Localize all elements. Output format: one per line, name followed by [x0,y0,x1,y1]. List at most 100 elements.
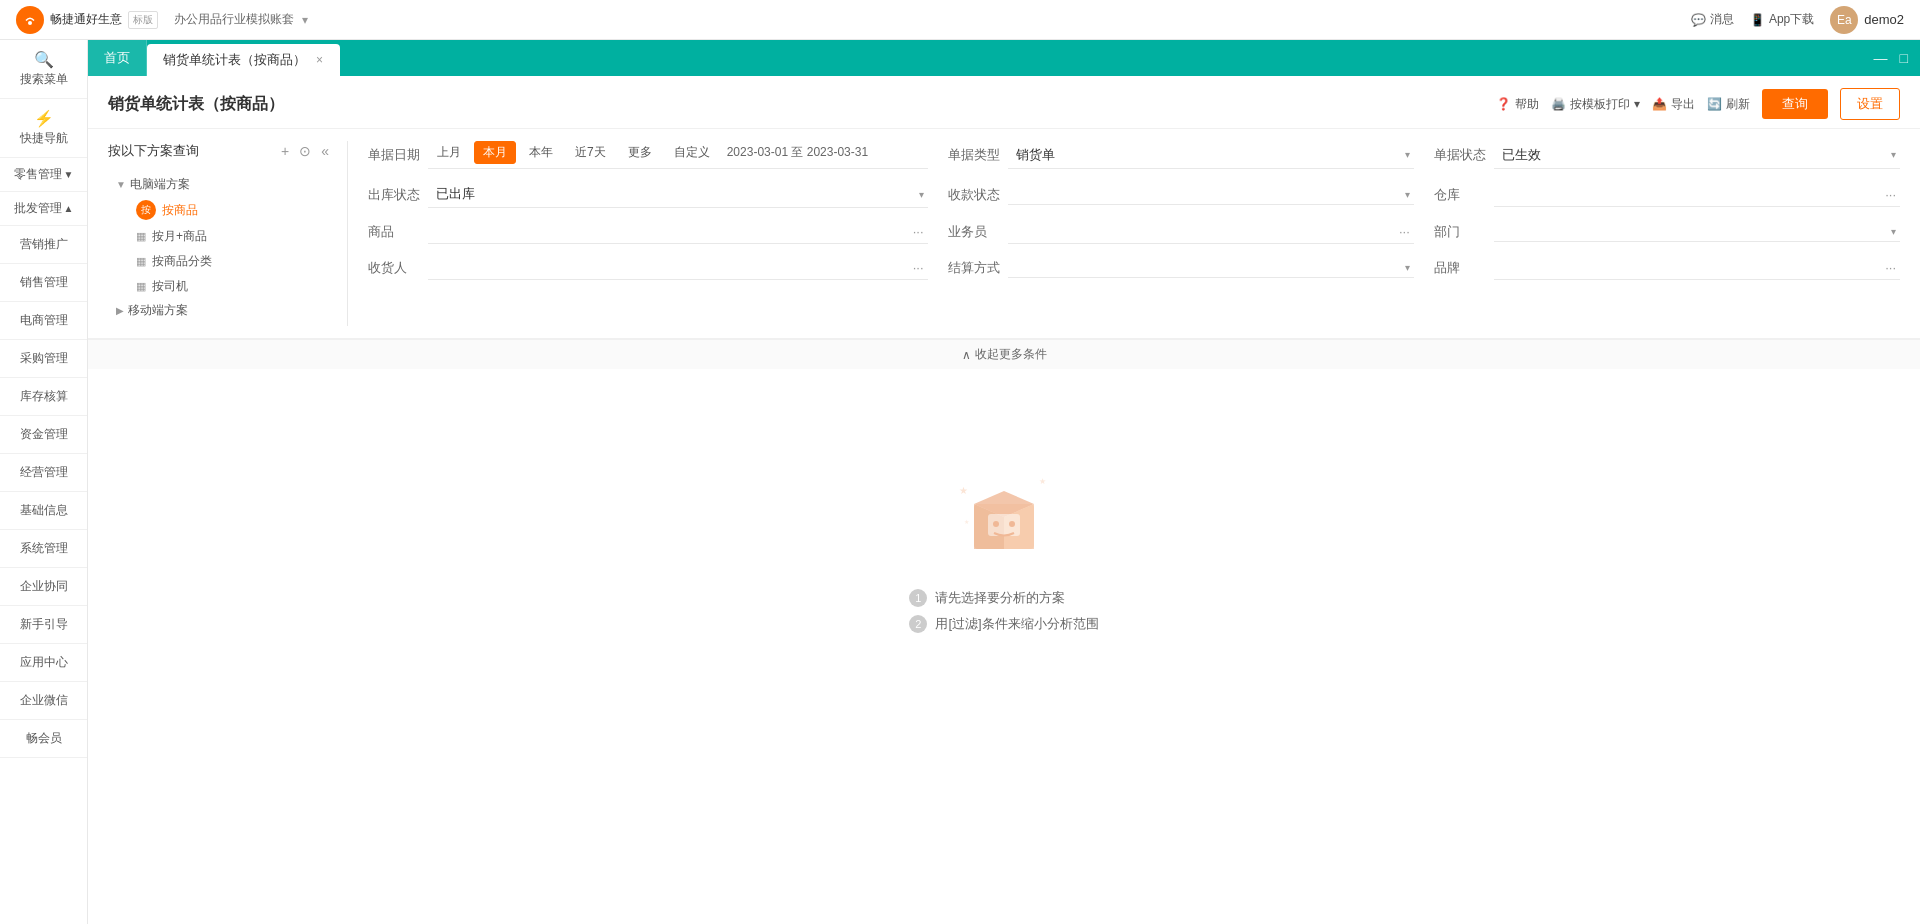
tree-node-mobile[interactable]: ▶ 移动端方案 [108,299,331,322]
settings-btn[interactable]: 设置 [1840,88,1900,120]
sidebar-item-sales[interactable]: 销售管理 [0,264,87,302]
scheme-item-by-category[interactable]: ▦ 按商品分类 [128,249,331,274]
sidebar-item-basic[interactable]: 基础信息 [0,492,87,530]
scheme-item-by-goods[interactable]: 按 按商品 [128,196,331,224]
refresh-label: 刷新 [1726,96,1750,113]
app-download-label: App下载 [1769,11,1814,28]
scheme-item-by-month-goods[interactable]: ▦ 按月+商品 [128,224,331,249]
user-avatar-area[interactable]: Ea demo2 [1830,6,1904,34]
date-custom-btn[interactable]: 自定义 [665,141,719,164]
empty-state: ★ ★ ★ 1 请先选择要分析的方案 2 用[过滤]条件来缩小分析范围 [88,369,1920,713]
print-dropdown-arrow[interactable]: ▾ [1634,97,1640,111]
settlement-select[interactable]: ▾ [1008,258,1414,278]
logo-area: 畅捷通好生意 标版 [16,6,158,34]
message-btn[interactable]: 💬 消息 [1691,11,1734,28]
tab-active[interactable]: 销货单统计表（按商品） × [147,44,340,76]
sidebar-item-operation[interactable]: 经营管理 [0,454,87,492]
receiver-select[interactable]: ··· [428,256,928,280]
scheme-add-btn[interactable]: + [279,141,291,161]
date-this-month-btn[interactable]: 本月 [474,141,516,164]
scheme-actions: + ⊙ « [279,141,331,161]
sidebar-item-wholesale[interactable]: 批发管理 ▲ [0,192,87,226]
sidebar-label-system: 系统管理 [4,540,83,557]
app-download-btn[interactable]: 📱 App下载 [1750,11,1814,28]
tab-home[interactable]: 首页 [88,40,147,76]
scheme-settings-btn[interactable]: ⊙ [297,141,313,161]
sidebar-item-retail[interactable]: 零售管理 ▼ [0,158,87,192]
sidebar-item-appstore[interactable]: 应用中心 [0,644,87,682]
message-label: 消息 [1710,11,1734,28]
help-btn[interactable]: ❓ 帮助 [1496,96,1539,113]
message-icon: 💬 [1691,13,1706,27]
tip-num-2: 2 [909,615,927,633]
brand-select[interactable]: ··· [1494,256,1900,280]
sidebar-item-search[interactable]: 🔍 搜索菜单 [0,40,87,99]
sidebar-item-inventory[interactable]: 库存核算 [0,378,87,416]
date-7days-btn[interactable]: 近7天 [566,141,615,164]
date-more-btn[interactable]: 更多 [619,141,661,164]
tab-maximize-btn[interactable]: □ [1896,48,1912,68]
sidebar-label-wholesale: 批发管理 [14,200,62,217]
receiver-dots[interactable]: ··· [913,260,924,275]
sidebar-label-marketing: 营销推广 [4,236,83,253]
sidebar-item-enterprise[interactable]: 企业协同 [0,568,87,606]
out-status-select[interactable]: 已出库 ▾ [428,181,928,208]
avatar-text: Ea [1837,13,1852,27]
brand-dots[interactable]: ··· [1885,260,1896,275]
doc-type-select[interactable]: 销货单 ▾ [1008,142,1414,169]
goods-select[interactable]: ··· [428,220,928,244]
svg-point-1 [28,21,32,25]
sidebar-label-search: 搜索菜单 [4,71,83,88]
collapse-more-btn[interactable]: ∧ 收起更多条件 [88,339,1920,369]
receipt-status-select[interactable]: ▾ [1008,185,1414,205]
scheme-item-by-driver[interactable]: ▦ 按司机 [128,274,331,299]
refresh-btn[interactable]: 🔄 刷新 [1707,96,1750,113]
logo-text: 畅捷通好生意 [50,11,122,28]
salesperson-select[interactable]: ··· [1008,220,1414,244]
date-this-year-btn[interactable]: 本年 [520,141,562,164]
active-scheme-icon: 按 [136,200,156,220]
mobile-group-label: 移动端方案 [128,302,188,319]
goods-dots[interactable]: ··· [913,224,924,239]
warehouse-dots[interactable]: ··· [1885,187,1896,202]
category-icon: ▦ [136,255,146,268]
sidebar-item-wechat[interactable]: 企业微信 [0,682,87,720]
filter-brand-field: 品牌 ··· [1434,256,1900,280]
tab-bar-actions: — □ [1870,48,1920,68]
filter-row-1: 单据日期 上月 本月 本年 近7天 更多 自定义 2023-03-01 至 20… [368,141,1900,169]
print-btn[interactable]: 🖨️ 按模板打印 ▾ [1551,96,1640,113]
salesperson-dots[interactable]: ··· [1399,224,1410,239]
sidebar-item-quick-nav[interactable]: ⚡ 快捷导航 [0,99,87,158]
collapse-up-icon: ∧ [962,348,971,362]
warehouse-select[interactable]: ··· [1494,183,1900,207]
receipt-status-arrow: ▾ [1405,189,1410,200]
sidebar-label-ecommerce: 电商管理 [4,312,83,329]
tab-minimize-btn[interactable]: — [1870,48,1892,68]
filter-goods-field: 商品 ··· [368,220,928,244]
date-prev-month-btn[interactable]: 上月 [428,141,470,164]
app-dropdown-arrow[interactable]: ▾ [302,13,308,27]
tab-close-btn[interactable]: × [316,53,323,67]
sidebar-item-marketing[interactable]: 营销推广 [0,226,87,264]
out-status-label: 出库状态 [368,186,428,204]
main-layout: 🔍 搜索菜单 ⚡ 快捷导航 零售管理 ▼ 批发管理 ▲ 营销推广 销售管理 电商… [0,40,1920,924]
scheme-collapse-btn[interactable]: « [319,141,331,161]
sidebar-label-enterprise: 企业协同 [4,578,83,595]
sidebar-item-member[interactable]: 畅会员 [0,720,87,758]
sidebar-item-finance[interactable]: 资金管理 [0,416,87,454]
query-btn[interactable]: 查询 [1762,89,1828,119]
svg-text:★: ★ [1039,477,1046,486]
filter-fields-panel: 单据日期 上月 本月 本年 近7天 更多 自定义 2023-03-01 至 20… [348,141,1900,326]
driver-icon: ▦ [136,280,146,293]
doc-status-select[interactable]: 已生效 ▾ [1494,142,1900,169]
sidebar-item-purchase[interactable]: 采购管理 [0,340,87,378]
sidebar-item-ecommerce[interactable]: 电商管理 [0,302,87,340]
filter-doc-type-field: 单据类型 销货单 ▾ [948,142,1414,169]
tree-node-desktop[interactable]: ▼ 电脑端方案 [108,173,331,196]
sidebar-item-newbie[interactable]: 新手引导 [0,606,87,644]
export-btn[interactable]: 📤 导出 [1652,96,1695,113]
filter-settlement-field: 结算方式 ▾ [948,258,1414,278]
sidebar-item-system[interactable]: 系统管理 [0,530,87,568]
dept-select[interactable]: ▾ [1494,222,1900,242]
app-download-icon: 📱 [1750,13,1765,27]
